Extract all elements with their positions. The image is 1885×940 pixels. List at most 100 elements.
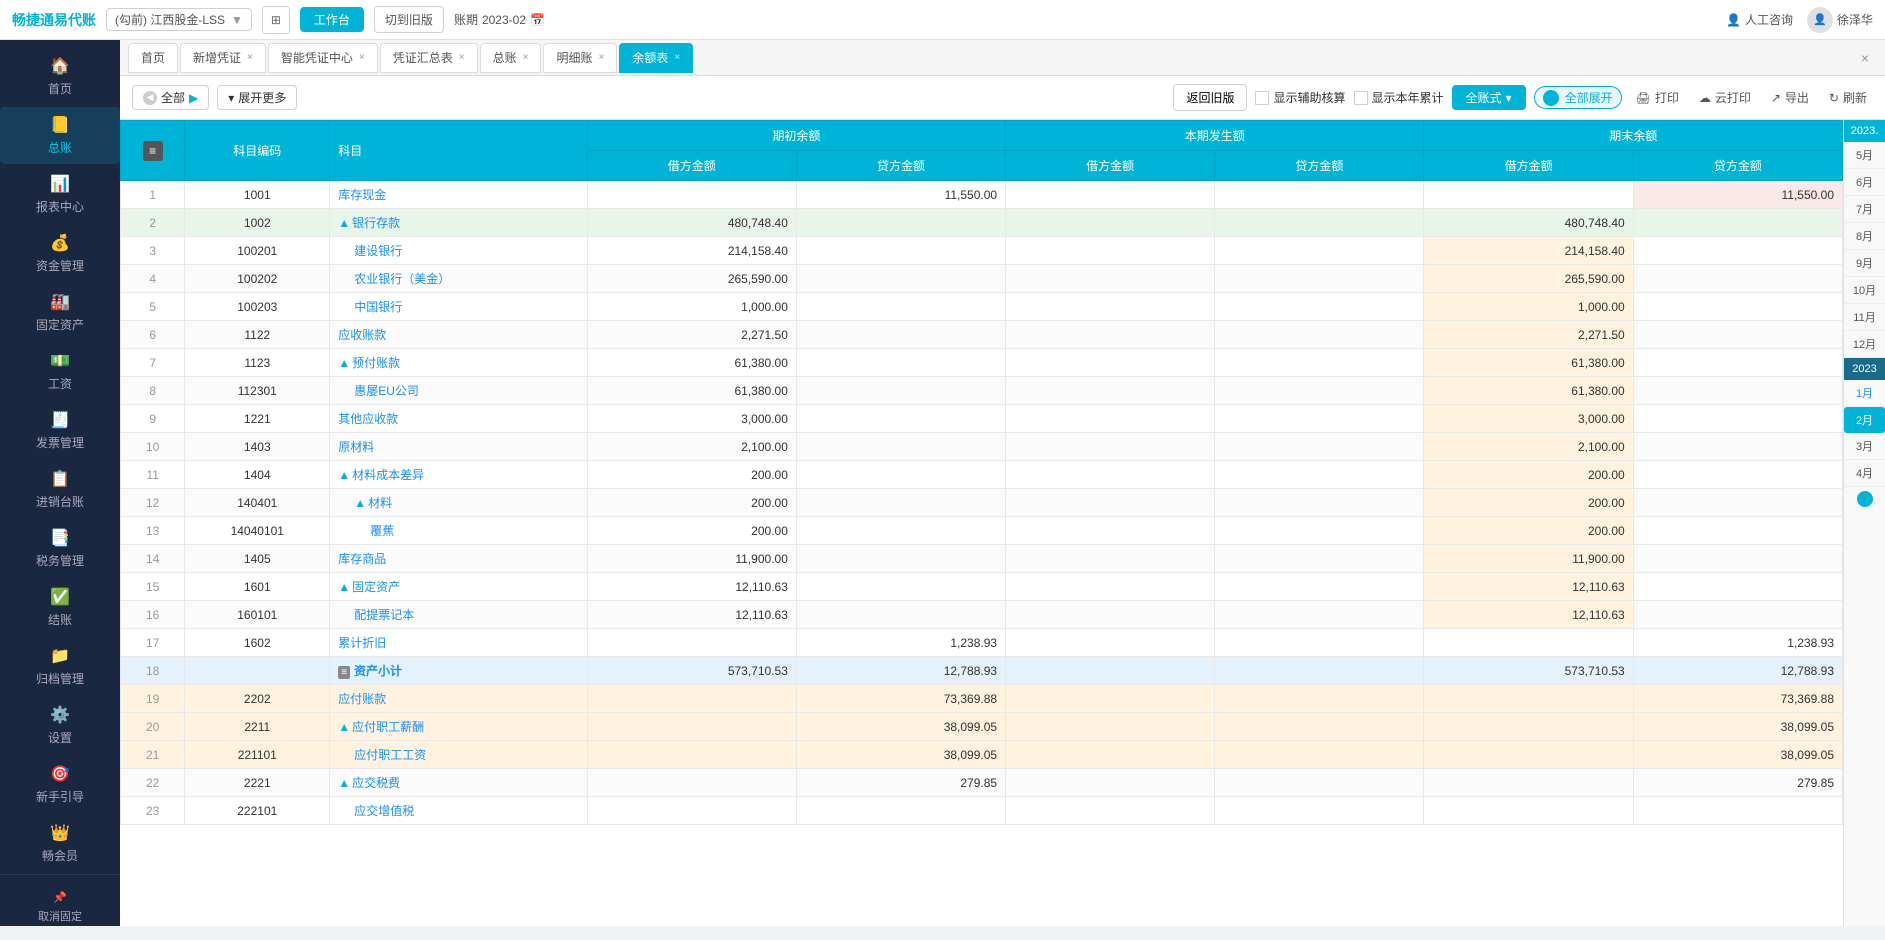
table-row[interactable]: 11 1404 ▲材料成本差异 200.00 200.00 <box>121 461 1843 489</box>
tab-new-voucher[interactable]: 新增凭证 × <box>180 43 266 73</box>
tab-smart-voucher-close[interactable]: × <box>359 52 365 63</box>
sidebar-item-archive[interactable]: 📁 归档管理 <box>0 638 120 695</box>
table-row[interactable]: 23 222101 应交增值税 <box>121 797 1843 825</box>
cancel-fixed-button[interactable]: 📌 取消固定 <box>0 883 120 932</box>
filter-all-label: 全部 <box>161 89 185 106</box>
sidebar-item-invoice[interactable]: 🧾 发票管理 <box>0 402 120 459</box>
period-month-8[interactable]: 8月 <box>1844 223 1885 250</box>
tab-detail-close[interactable]: × <box>598 52 604 63</box>
table-row[interactable]: 18 ≡资产小计 573,710.53 12,788.93 573,710.53… <box>121 657 1843 685</box>
table-row[interactable]: 8 112301 惠屡EU公司 61,380.00 61,380.00 <box>121 377 1843 405</box>
balance-table-container[interactable]: ≡ 科目编码 科目 期初余额 本 <box>120 120 1843 926</box>
table-row[interactable]: 6 1122 应收账款 2,271.50 2,271.50 <box>121 321 1843 349</box>
sidebar-item-reports[interactable]: 📊 报表中心 <box>0 166 120 223</box>
sidebar-label-invoice: 发票管理 <box>36 434 84 451</box>
period-month-4[interactable]: 4月 <box>1844 460 1885 487</box>
sidebar-item-purchase[interactable]: 📋 进销台账 <box>0 461 120 518</box>
period-month-3[interactable]: 3月 <box>1844 433 1885 460</box>
sidebar-item-vip[interactable]: 👑 畅会员 <box>0 815 120 872</box>
table-row[interactable]: 7 1123 ▲预付账款 61,380.00 61,380.00 <box>121 349 1843 377</box>
export-button[interactable]: ↗ 导出 <box>1765 86 1815 109</box>
table-row[interactable]: 5 100203 中国银行 1,000.00 1,000.00 <box>121 293 1843 321</box>
sidebar-item-payroll[interactable]: 💵 工资 <box>0 343 120 400</box>
sidebar-item-ledger[interactable]: 📒 总账 <box>0 107 120 164</box>
period-month-10[interactable]: 10月 <box>1844 277 1885 304</box>
table-row[interactable]: 21 221101 应付职工工资 38,099.05 38,099.05 <box>121 741 1843 769</box>
company-selector[interactable]: (勾前) 江西股金-LSS ▼ <box>106 8 252 31</box>
show-ytd-checkbox[interactable]: 显示本年累计 <box>1354 89 1444 106</box>
tab-balance-close[interactable]: × <box>674 52 680 63</box>
filter-all-button[interactable]: ◀ 全部 ▶ <box>132 85 209 110</box>
table-row[interactable]: 20 2211 ▲应付职工薪酬 38,099.05 38,099.05 <box>121 713 1843 741</box>
consultant-icon: 👤 <box>1726 13 1741 27</box>
cell-end-debit: 11,900.00 <box>1424 545 1633 573</box>
cell-name: ▲预付账款 <box>330 349 587 377</box>
sidebar-item-guide[interactable]: 🎯 新手引导 <box>0 756 120 813</box>
table-row[interactable]: 16 160101 配提票记本 12,110.63 12,110.63 <box>121 601 1843 629</box>
tab-voucher-summary-close[interactable]: × <box>459 52 465 63</box>
period-month-11[interactable]: 11月 <box>1844 304 1885 331</box>
table-row[interactable]: 3 100201 建设银行 214,158.40 214,158.40 <box>121 237 1843 265</box>
switch-old-button[interactable]: 切到旧版 <box>374 6 444 33</box>
period-month-6[interactable]: 6月 <box>1844 169 1885 196</box>
table-row[interactable]: 19 2202 应付账款 73,369.88 73,369.88 <box>121 685 1843 713</box>
table-row[interactable]: 13 14040101 覆蕉 200.00 200.00 <box>121 517 1843 545</box>
table-row[interactable]: 2 1002 ▲银行存款 480,748.40 480,748.40 <box>121 209 1843 237</box>
tab-balance[interactable]: 余额表 × <box>619 43 693 73</box>
period-month-7[interactable]: 7月 <box>1844 196 1885 223</box>
period-month-1[interactable]: 1月 <box>1844 380 1885 407</box>
table-row[interactable]: 10 1403 原材料 2,100.00 2,100.00 <box>121 433 1843 461</box>
cell-end-debit <box>1424 769 1633 797</box>
tab-smart-voucher[interactable]: 智能凭证中心 × <box>268 43 378 73</box>
table-row[interactable]: 15 1601 ▲固定资产 12,110.63 12,110.63 <box>121 573 1843 601</box>
sidebar-item-tax[interactable]: 📑 税务管理 <box>0 520 120 577</box>
calendar-icon[interactable]: 📅 <box>530 13 545 27</box>
user-profile[interactable]: 👤 徐泽华 <box>1807 7 1873 33</box>
full-style-button[interactable]: 全账式 ▾ <box>1452 85 1526 110</box>
period-month-5[interactable]: 5月 <box>1844 142 1885 169</box>
cloud-print-button[interactable]: ☁ 云打印 <box>1693 86 1757 109</box>
cell-open-credit <box>796 601 1005 629</box>
period-month-2-active[interactable]: 2月 <box>1844 407 1885 433</box>
period-month-9[interactable]: 9月 <box>1844 250 1885 277</box>
company-action-icon[interactable]: ⊞ <box>262 6 290 34</box>
column-settings-icon[interactable]: ≡ <box>143 141 163 161</box>
tab-home[interactable]: 首页 <box>128 43 178 73</box>
workbench-button[interactable]: 工作台 <box>300 7 364 32</box>
return-old-button[interactable]: 返回旧版 <box>1173 84 1247 111</box>
table-row[interactable]: 4 100202 农业银行（美金） 265,590.00 265,590.00 <box>121 265 1843 293</box>
table-row[interactable]: 1 1001 库存现金 11,550.00 11,550.00 <box>121 181 1843 209</box>
cell-end-credit: 38,099.05 <box>1633 713 1842 741</box>
cell-seq: 16 <box>121 601 185 629</box>
table-row[interactable]: 14 1405 库存商品 11,900.00 11,900.00 <box>121 545 1843 573</box>
print-button[interactable]: 🖨 打印 <box>1630 86 1685 109</box>
user-name: 徐泽华 <box>1837 11 1873 28</box>
sidebar-item-home[interactable]: 🏠 首页 <box>0 48 120 105</box>
sidebar-item-assets[interactable]: 🏭 固定资产 <box>0 284 120 341</box>
refresh-button[interactable]: ↻ 刷新 <box>1823 86 1873 109</box>
table-row[interactable]: 17 1602 累计折旧 1,238.93 1,238.93 <box>121 629 1843 657</box>
period-month-12[interactable]: 12月 <box>1844 331 1885 358</box>
pin-icon: 📌 <box>53 891 67 904</box>
expand-down-icon: ▾ <box>228 91 234 105</box>
table-row[interactable]: 12 140401 ▲材料 200.00 200.00 <box>121 489 1843 517</box>
tab-detail[interactable]: 明细账 × <box>543 43 617 73</box>
tab-ledger[interactable]: 总账 × <box>480 43 542 73</box>
tab-voucher-summary[interactable]: 凭证汇总表 × <box>380 43 478 73</box>
sidebar-item-settle[interactable]: ✅ 结账 <box>0 579 120 636</box>
toolbar-right: 返回旧版 显示辅助核算 显示本年累计 全账式 ▾ 全部展开 <box>1173 84 1873 111</box>
consultant-button[interactable]: 👤 人工咨询 <box>1726 11 1793 28</box>
tab-new-voucher-close[interactable]: × <box>247 52 253 63</box>
sidebar-item-settings[interactable]: ⚙️ 设置 <box>0 697 120 754</box>
tab-ledger-close[interactable]: × <box>523 52 529 63</box>
table-row[interactable]: 9 1221 其他应收款 3,000.00 3,000.00 <box>121 405 1843 433</box>
cell-end-credit <box>1633 405 1842 433</box>
cell-end-debit: 200.00 <box>1424 517 1633 545</box>
cell-name: ▲银行存款 <box>330 209 587 237</box>
show-auxiliary-checkbox[interactable]: 显示辅助核算 <box>1255 89 1345 106</box>
expand-more-button[interactable]: ▾ 展开更多 <box>217 85 297 110</box>
expand-all-toggle[interactable]: 全部展开 <box>1534 86 1622 109</box>
tab-close-all[interactable]: × <box>1853 50 1877 66</box>
table-row[interactable]: 22 2221 ▲应交税费 279.85 279.85 <box>121 769 1843 797</box>
sidebar-item-capital[interactable]: 💰 资金管理 <box>0 225 120 282</box>
